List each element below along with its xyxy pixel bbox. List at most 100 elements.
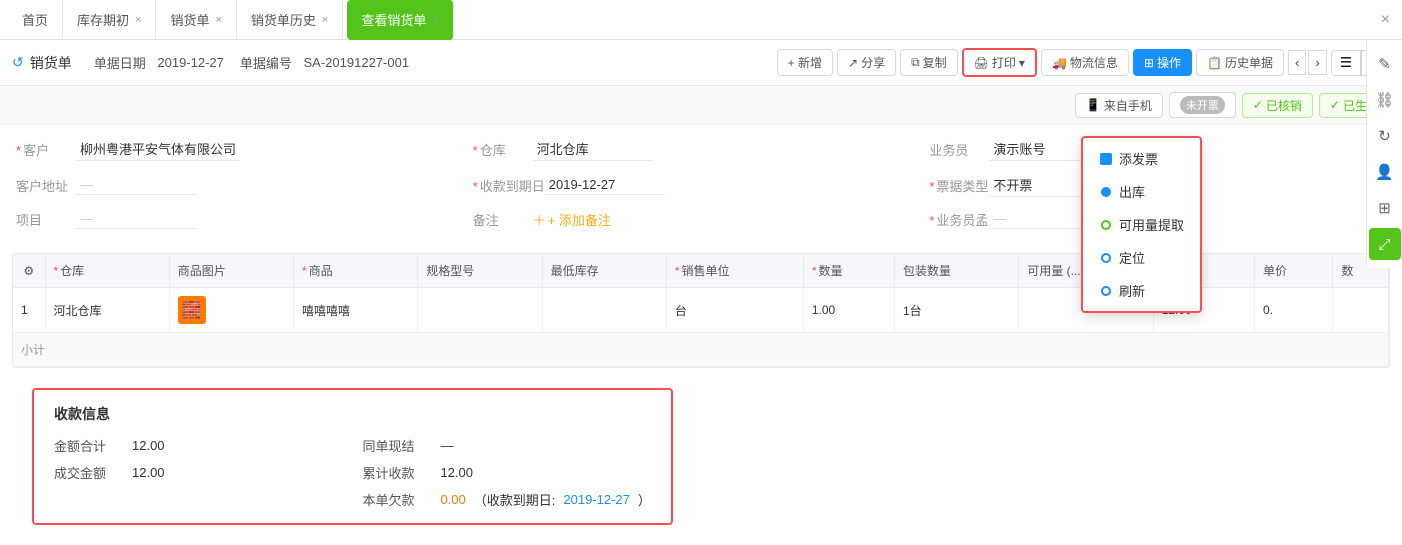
prev-button[interactable]: ‹ [1288,50,1306,75]
due-date-label: 收款到期日 [473,176,545,195]
tab-home[interactable]: 首页 [8,0,63,40]
col-product: 商品 [294,254,418,288]
print-button[interactable]: 🖨 打印 ▾ [962,48,1037,77]
sidebar-user-icon[interactable]: 👤 [1369,156,1401,188]
doc-icon: ↺ [12,54,24,71]
copy-button[interactable]: ⧉ 复制 [900,49,958,76]
close-main[interactable]: × [1381,11,1390,29]
print-icon: 🖨 [974,56,989,70]
dropdown-add-invoice[interactable]: 添发票 [1083,142,1200,175]
close-tab-history[interactable]: × [322,14,328,26]
operation-button[interactable]: ⊞ 操作 [1133,49,1192,76]
warehouse-value: 河北仓库 [533,137,653,161]
history-icon: 📋 [1207,56,1222,70]
payment-grid: 金额合计 12.00 同单现结 — 成交金额 12.00 累计收款 12.00 [54,436,651,509]
subtotal-row: 小计 [13,333,1389,367]
tab-sales-history[interactable]: 销货单历史 × [237,0,343,40]
col-warehouse: 仓库 [45,254,169,288]
transaction-label: 成交金额 [54,463,124,482]
salesperson2-label: 业务员孟 [929,210,989,229]
row-amount [1333,288,1389,333]
due-row: 本单欠款 0.00 （收款到期日: 2019-12-27 ） [362,490,650,509]
copy-icon: ⧉ [911,55,920,70]
note-label: 备注 [473,210,533,229]
close-tab-view[interactable]: × [432,14,438,26]
close-tab-inventory[interactable]: × [135,14,141,26]
row-unit: 台 [666,288,803,333]
sidebar-refresh-icon[interactable]: ↻ [1369,120,1401,152]
tab-sales-order[interactable]: 销货单 × [156,0,236,40]
checked-button[interactable]: ✓ 已核销 [1242,93,1313,118]
tab-inventory-start[interactable]: 库存期初 × [63,0,156,40]
check-icon: ✓ [1253,98,1263,112]
sidebar-expand-icon[interactable]: ⤢ [1369,228,1401,260]
doc-number-value: SA-20191227-001 [304,55,410,70]
new-button[interactable]: + 新增 [777,49,833,76]
ticket-label: 票据类型 [929,176,989,195]
share-button[interactable]: ↗ 分享 [837,49,896,76]
phone-icon: 📱 [1086,98,1101,112]
doc-number-label: 单据编号 SA-20191227-001 [240,53,409,72]
row-price: 0. [1255,288,1333,333]
dropdown-locate[interactable]: 定位 [1083,241,1200,274]
due-value: 0.00 [440,492,465,507]
col-qty: 数量 [803,254,894,288]
add-note-button[interactable]: ＋ + 添加备注 [533,210,611,229]
total-row: 金额合计 12.00 [54,436,342,455]
grid-icon: ⊞ [1144,56,1154,70]
cumulative-label: 累计收款 [362,463,432,482]
dropdown-outbound[interactable]: 出库 [1083,175,1200,208]
outbound-icon [1099,185,1113,199]
not-open-badge: 未开票 [1180,96,1225,114]
logistics-button[interactable]: 🚚 物流信息 [1041,49,1129,76]
tab-bar: 首页 库存期初 × 销货单 × 销货单历史 × 查看销货单 × × [0,0,1402,40]
col-pkg-qty: 包装数量 [894,254,1018,288]
transaction-row: 成交金额 12.00 [54,463,342,482]
from-phone-button[interactable]: 📱 来自手机 [1075,93,1163,118]
address-field: 客户地址 — [16,175,473,195]
cumulative-row: 累计收款 12.00 [362,463,650,482]
doc-title: ↺ 销货单 [12,53,72,73]
transaction-value: 12.00 [132,465,165,480]
sidebar-edit-icon[interactable]: ✎ [1369,48,1401,80]
close-tab-sales[interactable]: × [215,14,221,26]
col-product-img: 商品图片 [169,254,293,288]
due-note: （收款到期日: [474,490,556,509]
subtotal-label: 小计 [13,333,1389,367]
address-label: 客户地址 [16,176,76,195]
due-date: 2019-12-27 [563,492,630,507]
sidebar-link-icon[interactable]: ⛓ [1369,84,1401,116]
row-pkg-qty: 1台 [894,288,1018,333]
add-invoice-icon [1099,152,1113,166]
col-settings: ⚙ [13,254,45,288]
doc-meta: 单据日期 2019-12-27 单据编号 SA-20191227-001 [94,53,409,72]
col-min-stock: 最低库存 [542,254,666,288]
dropdown-available-qty[interactable]: 可用量提取 [1083,208,1200,241]
sidebar-data-icon[interactable]: ⊞ [1369,192,1401,224]
operation-dropdown: 添发票 出库 可用量提取 定位 刷新 [1081,136,1202,313]
cumulative-value: 12.00 [440,465,473,480]
nav-arrows: ‹ › [1288,50,1327,75]
row-spec [418,288,542,333]
right-sidebar: ✎ ⛓ ↻ 👤 ⊞ ⤢ [1366,40,1402,268]
not-open-button[interactable]: 未开票 [1169,92,1236,118]
history-button[interactable]: 📋 历史单据 [1196,49,1284,76]
locate-icon [1099,251,1113,265]
address-value: — [76,175,196,195]
warehouse-label: 仓库 [473,140,533,159]
view-list-button[interactable]: ☰ [1331,50,1361,76]
project-field: 项目 — [16,209,473,229]
next-button[interactable]: › [1308,50,1326,75]
main-content: ↺ 销货单 单据日期 2019-12-27 单据编号 SA-20191227-0… [0,40,1402,545]
dropdown-refresh[interactable]: 刷新 [1083,274,1200,307]
due-date-value: 2019-12-27 [545,175,665,195]
total-label: 金额合计 [54,436,124,455]
customer-label: 客户 [16,140,76,159]
tab-view-sales[interactable]: 查看销货单 × [347,0,453,40]
col-sales-unit: 销售单位 [666,254,803,288]
verified-check-icon: ✓ [1330,98,1340,112]
salesperson-label: 业务员 [929,140,989,159]
payment-section: 收款信息 金额合计 12.00 同单现结 — 成交金额 12.00 累计收款 1… [0,368,1402,545]
row-warehouse: 河北仓库 [45,288,169,333]
share-icon: ↗ [848,56,858,70]
